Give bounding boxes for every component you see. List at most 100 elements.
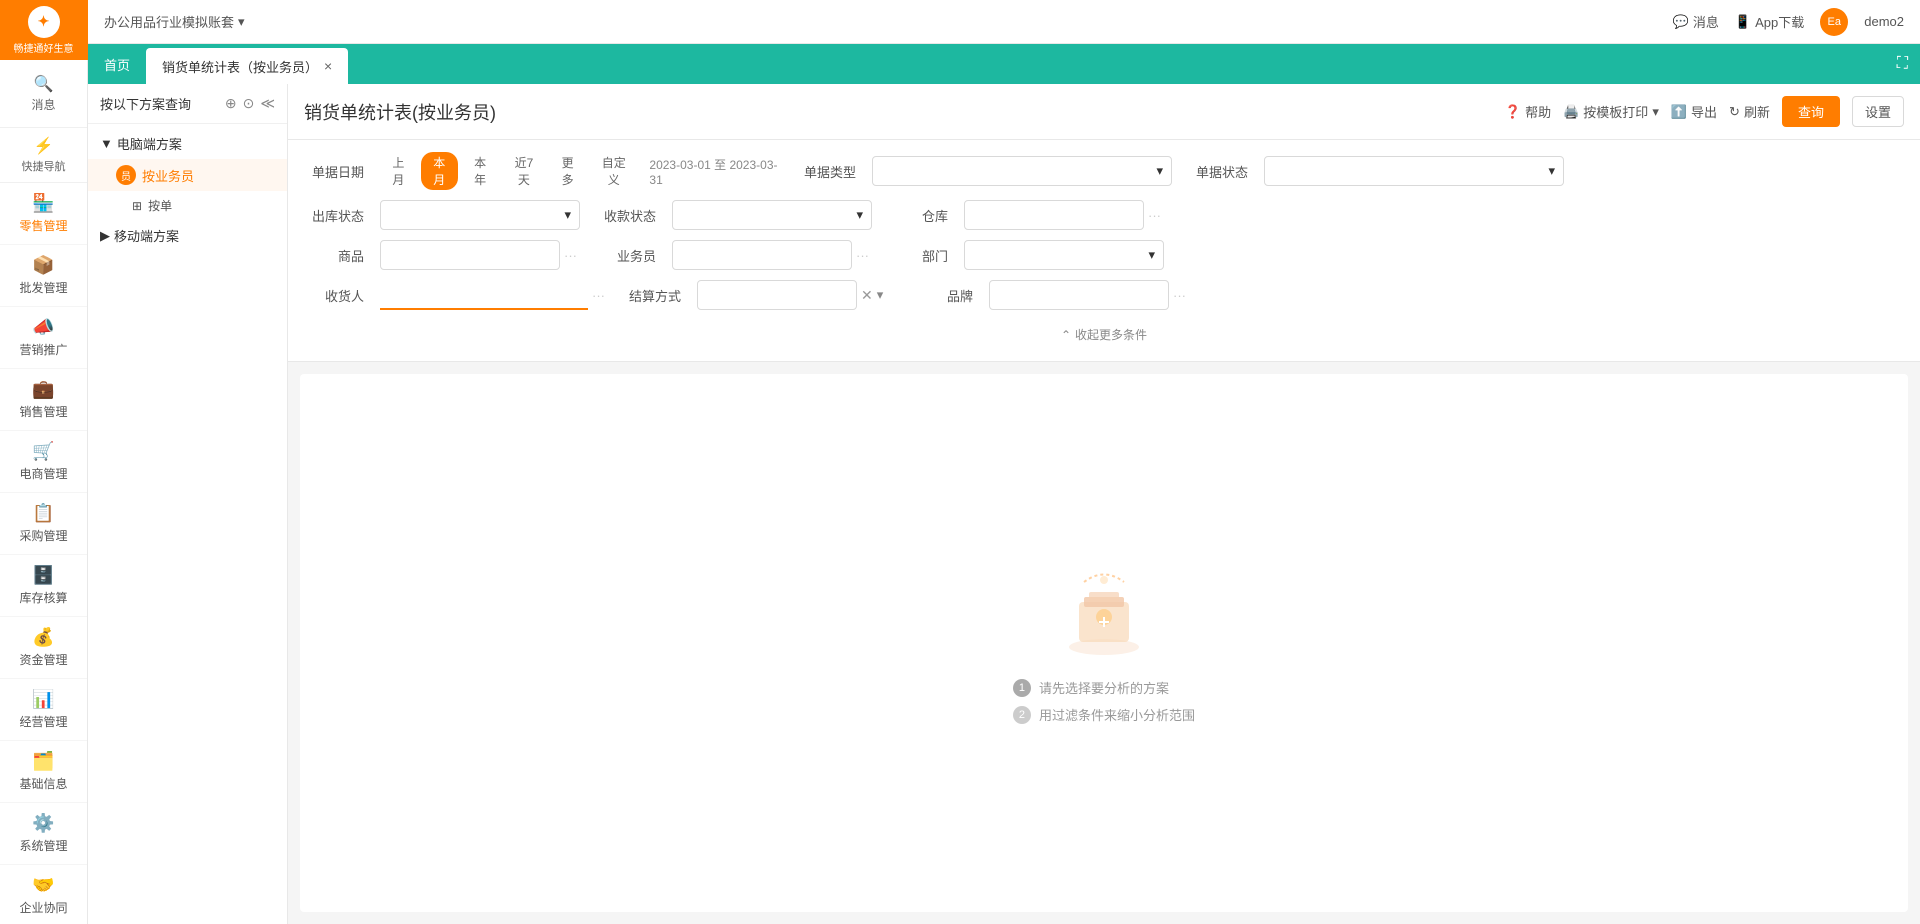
sidebar-logo[interactable]: ✦ 畅捷通好生意 xyxy=(0,0,88,60)
left-panel-header: 按以下方案查询 ⊕ ⊙ ≪ xyxy=(88,84,287,124)
message-button[interactable]: 💬 消息 xyxy=(1673,12,1719,31)
sidebar-item-marketing[interactable]: 📣 营销推广 xyxy=(0,307,87,369)
settlement-select[interactable] xyxy=(697,280,857,310)
dept-arrow: ▾ xyxy=(1148,247,1155,263)
sidebar: ✦ 畅捷通好生意 🔍 消息 ⚡ 快捷导航 🏪 零售管理 📦 批发管理 📣 营销推… xyxy=(0,0,88,924)
sidebar-item-ecommerce[interactable]: 🛒 电商管理 xyxy=(0,431,87,493)
consignee-label: 收货人 xyxy=(304,286,364,305)
date-tab-this-year[interactable]: 本年 xyxy=(462,152,499,190)
app-download-button[interactable]: 📱 App下载 xyxy=(1735,12,1804,31)
main-area: 办公用品行业模拟账套 ▾ 💬 消息 📱 App下载 Ea demo2 首页 销货… xyxy=(88,0,1920,924)
collapse-filter-button[interactable]: ⌃ 收起更多条件 xyxy=(304,320,1904,349)
filter-row-2: 出库状态 ▾ 收款状态 ▾ 仓库 ··· xyxy=(304,200,1904,230)
maximize-icon: ⛶ xyxy=(1897,55,1908,72)
basics-label: 基础信息 xyxy=(19,775,67,792)
page-header: 销货单统计表(按业务员) ❓ 帮助 🖨️ 按模板打印 ▾ ⬆️ 导出 xyxy=(288,84,1920,140)
template-print-button[interactable]: 🖨️ 按模板打印 ▾ xyxy=(1563,102,1659,121)
sidebar-search-section: 🔍 消息 xyxy=(0,60,87,128)
date-label: 单据日期 xyxy=(304,162,364,181)
help-button[interactable]: ❓ 帮助 xyxy=(1505,102,1551,121)
collapse-chevron: ⌃ xyxy=(1061,328,1071,342)
date-tab-custom[interactable]: 自定义 xyxy=(590,152,637,190)
industry-dropdown[interactable]: 办公用品行业模拟账套 ▾ xyxy=(104,12,245,31)
sidebar-item-basics[interactable]: 🗂️ 基础信息 xyxy=(0,741,87,803)
sidebar-item-finance[interactable]: 💰 资金管理 xyxy=(0,617,87,679)
dept-select[interactable]: ▾ xyxy=(964,240,1164,270)
date-tab-this-month[interactable]: 本月 xyxy=(421,152,458,190)
sidebar-item-system[interactable]: ⚙️ 系统管理 xyxy=(0,803,87,865)
collapse-icon: ≪ xyxy=(260,95,275,111)
left-panel-actions: ⊕ ⊙ ≪ xyxy=(225,95,275,112)
sidebar-item-purchase[interactable]: 📋 采购管理 xyxy=(0,493,87,555)
dropdown-icon: ▾ xyxy=(238,14,245,30)
template-print-label: 按模板打印 xyxy=(1583,102,1648,121)
doc-type-select[interactable]: ▾ xyxy=(872,156,1172,186)
date-tab-more[interactable]: 更多 xyxy=(549,152,586,190)
step-num-1: 1 xyxy=(1013,679,1031,697)
quick-nav-button[interactable]: ⚡ 快捷导航 xyxy=(0,128,87,182)
scheme-item-salesperson[interactable]: 员 按业务员 xyxy=(88,159,287,191)
doc-type-arrow: ▾ xyxy=(1156,163,1163,179)
filter-row-3: 商品 ··· 业务员 ··· 部门 xyxy=(304,240,1904,270)
settlement-clear-button[interactable]: ✕ xyxy=(861,287,873,304)
salesperson-dots[interactable]: ··· xyxy=(856,248,869,263)
empty-state: 1 请先选择要分析的方案 2 用过滤条件来缩小分析范围 xyxy=(300,374,1908,912)
tab-maximize-button[interactable]: ⛶ xyxy=(1885,55,1920,73)
avatar[interactable]: Ea xyxy=(1820,8,1848,36)
refresh-button[interactable]: ↻ 刷新 xyxy=(1729,102,1770,121)
sidebar-item-inventory[interactable]: 🗄️ 库存核算 xyxy=(0,555,87,617)
date-tab-last7[interactable]: 近7天 xyxy=(503,152,546,190)
brand-select[interactable] xyxy=(989,280,1169,310)
salesperson-scheme-icon: 员 xyxy=(116,165,136,185)
page-title: 销货单统计表(按业务员) xyxy=(304,99,496,125)
settlement-label: 结算方式 xyxy=(621,286,681,305)
mobile-scheme-header[interactable]: ▶ 移动端方案 xyxy=(88,220,287,251)
system-label: 系统管理 xyxy=(19,837,67,854)
query-button[interactable]: 查询 xyxy=(1782,96,1840,127)
settings-button[interactable]: 设置 xyxy=(1852,96,1904,127)
wholesale-icon: 📦 xyxy=(32,255,54,276)
warehouse-dots[interactable]: ··· xyxy=(1148,208,1161,223)
payment-status-select[interactable]: ▾ xyxy=(672,200,872,230)
sidebar-item-retail[interactable]: 🏪 零售管理 xyxy=(0,183,87,245)
date-range: 2023-03-01 至 2023-03-31 xyxy=(649,156,780,187)
right-panel: 销货单统计表(按业务员) ❓ 帮助 🖨️ 按模板打印 ▾ ⬆️ 导出 xyxy=(288,84,1920,924)
doc-status-select[interactable]: ▾ xyxy=(1264,156,1564,186)
goods-select[interactable] xyxy=(380,240,560,270)
warehouse-select[interactable] xyxy=(964,200,1144,230)
tab-sales-stat[interactable]: 销货单统计表（按业务员） × xyxy=(146,48,348,84)
collapse-panel-button[interactable]: ≪ xyxy=(260,95,275,112)
consignee-dots[interactable]: ··· xyxy=(592,288,605,303)
export-icon: ⬆️ xyxy=(1671,104,1687,120)
out-status-label: 出库状态 xyxy=(304,206,364,225)
search-menu-button[interactable]: 🔍 消息 xyxy=(6,68,81,119)
salesperson-select[interactable] xyxy=(672,240,852,270)
purchase-label: 采购管理 xyxy=(19,527,67,544)
sidebar-item-sales[interactable]: 💼 销售管理 xyxy=(0,369,87,431)
settings-label: 设置 xyxy=(1865,102,1891,121)
goods-dots[interactable]: ··· xyxy=(564,248,577,263)
doc-status-label: 单据状态 xyxy=(1188,162,1248,181)
out-status-select[interactable]: ▾ xyxy=(380,200,580,230)
sidebar-quick-nav: ⚡ 快捷导航 xyxy=(0,128,87,183)
basics-icon: 🗂️ xyxy=(32,751,54,772)
export-button[interactable]: ⬆️ 导出 xyxy=(1671,102,1717,121)
sidebar-item-operations[interactable]: 📊 经营管理 xyxy=(0,679,87,741)
scheme-item-order[interactable]: ⊞ 按单 xyxy=(88,191,287,220)
step-1-label: 请先选择要分析的方案 xyxy=(1039,678,1169,697)
print-icon: 🖨️ xyxy=(1563,104,1579,120)
topbar-left: 办公用品行业模拟账套 ▾ xyxy=(104,12,245,31)
tab-close-button[interactable]: × xyxy=(324,58,332,74)
logo-text: 畅捷通好生意 xyxy=(14,40,74,55)
desktop-scheme-header[interactable]: ▼ 电脑端方案 xyxy=(88,128,287,159)
sidebar-item-wholesale[interactable]: 📦 批发管理 xyxy=(0,245,87,307)
payment-status-label: 收款状态 xyxy=(596,206,656,225)
tab-home[interactable]: 首页 xyxy=(88,44,146,84)
consignee-input[interactable] xyxy=(380,280,588,310)
brand-dots[interactable]: ··· xyxy=(1173,288,1186,303)
date-tab-last-month[interactable]: 上月 xyxy=(380,152,417,190)
scheme-settings-button[interactable]: ⊙ xyxy=(243,95,255,112)
sidebar-item-enterprise[interactable]: 🤝 企业协同 xyxy=(0,865,87,924)
mobile-chevron: ▶ xyxy=(100,228,110,244)
add-scheme-button[interactable]: ⊕ xyxy=(225,95,237,112)
